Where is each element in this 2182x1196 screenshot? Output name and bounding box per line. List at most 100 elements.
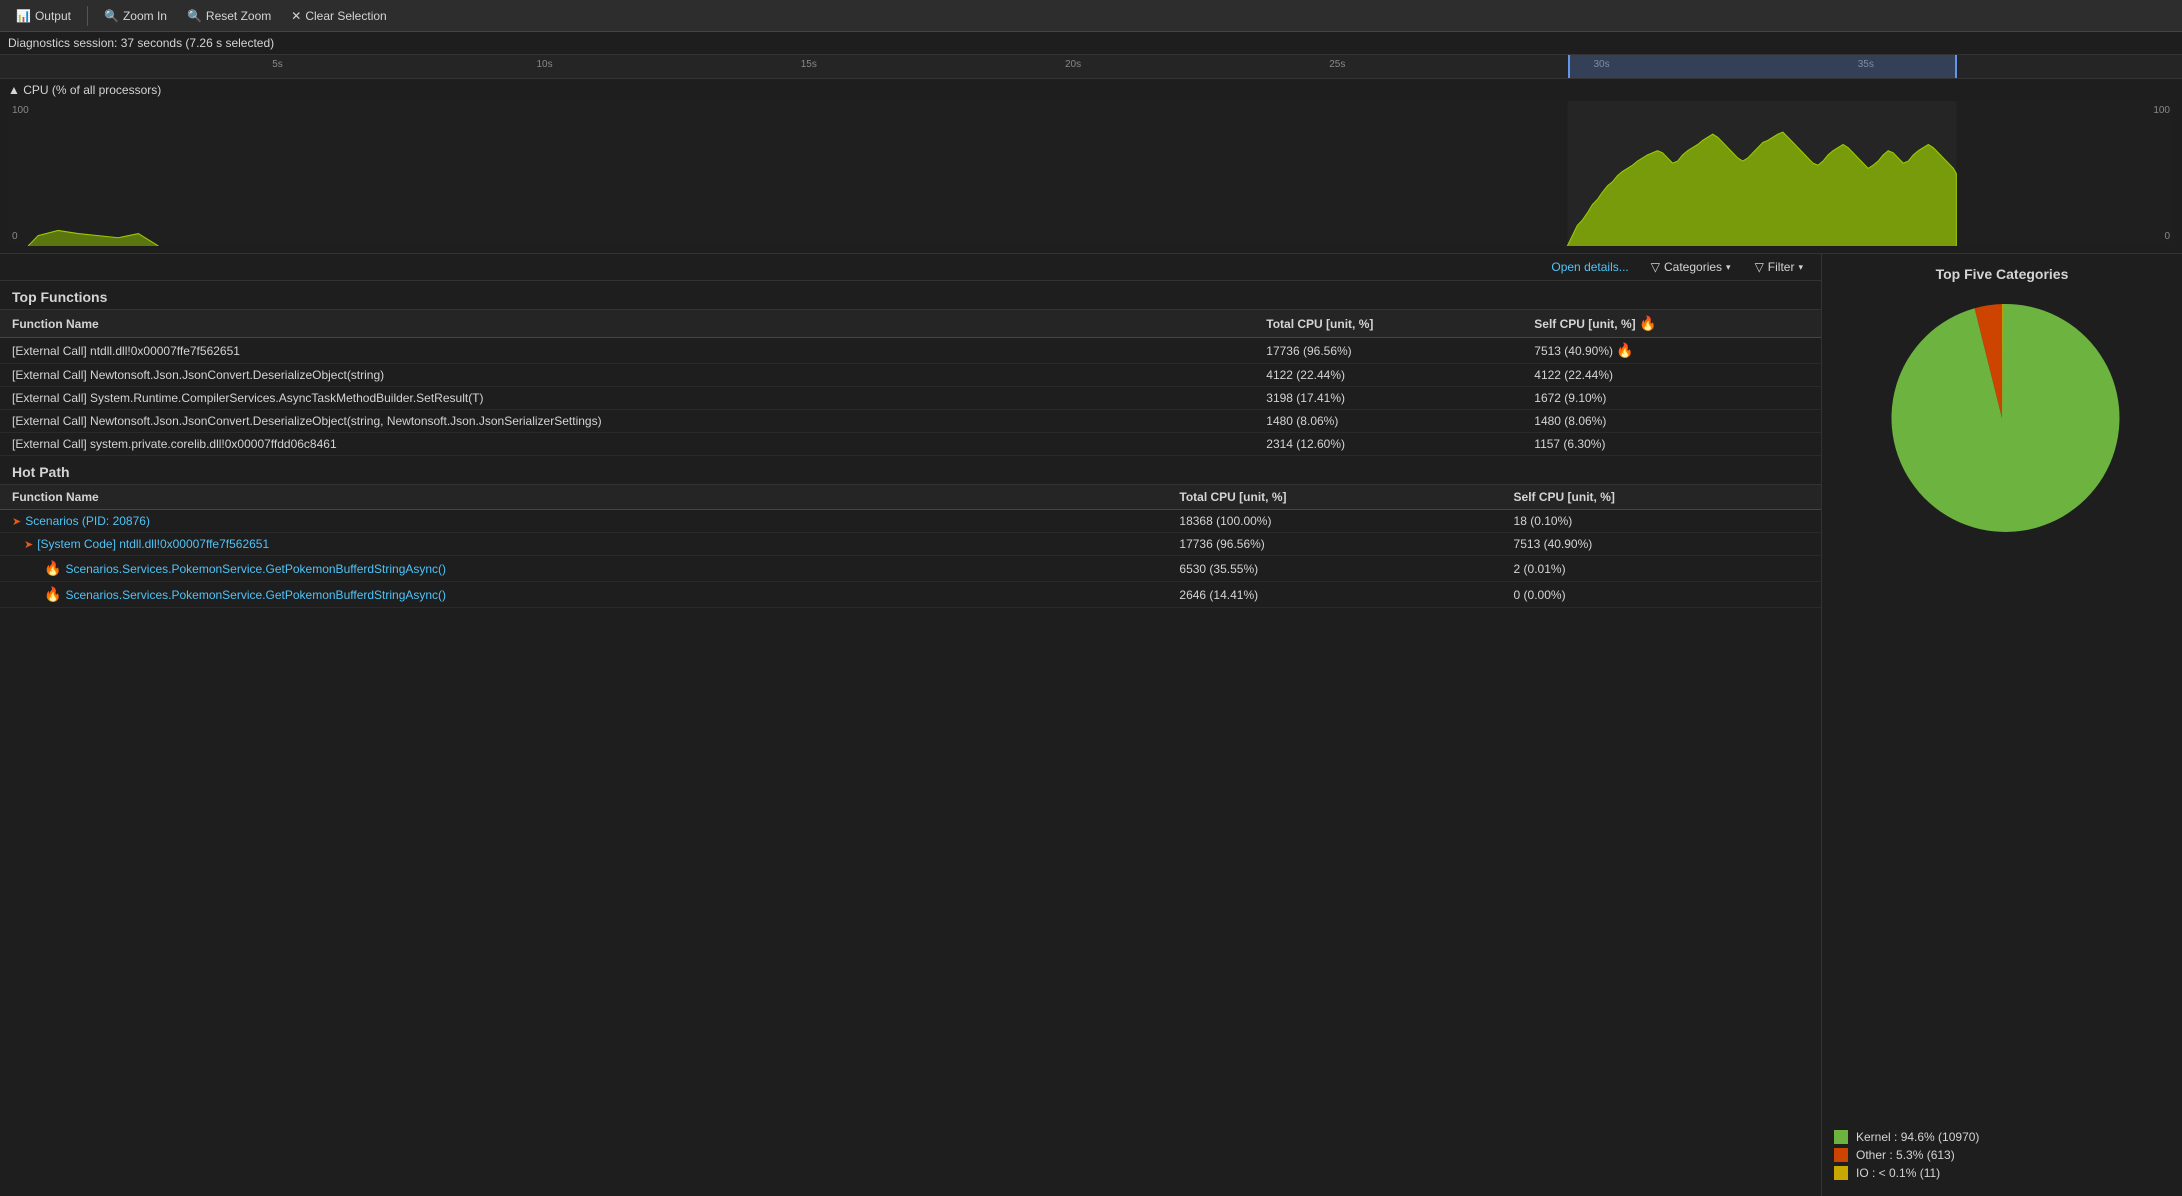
session-bar: Diagnostics session: 37 seconds (7.26 s … [0, 32, 2182, 55]
fn-name-cell: [External Call] Newtonsoft.Json.JsonConv… [0, 410, 1254, 433]
clear-selection-label: Clear Selection [305, 9, 386, 23]
legend-label: Other : 5.3% (613) [1856, 1148, 1955, 1162]
fn-name-cell: [External Call] Newtonsoft.Json.JsonConv… [0, 364, 1254, 387]
col-function-name-2: Function Name [0, 485, 1167, 510]
legend-color-box [1834, 1130, 1848, 1144]
flame-icon: 🔥 [44, 560, 61, 576]
hp-self-cpu-cell: 2 (0.01%) [1502, 556, 1821, 582]
hot-flame-icon: 🔥 [1616, 342, 1633, 358]
total-cpu-cell: 4122 (22.44%) [1254, 364, 1522, 387]
hp-fn-name: Scenarios.Services.PokemonService.GetPok… [65, 562, 446, 576]
hp-fn-name: Scenarios (PID: 20876) [25, 514, 150, 528]
top-functions-table: Function Name Total CPU [unit, %] Self C… [0, 310, 1821, 456]
output-button[interactable]: 📊 Output [8, 7, 79, 25]
fn-name-cell: [External Call] System.Runtime.CompilerS… [0, 387, 1254, 410]
zoom-in-icon: 🔍 [104, 9, 119, 23]
top-functions-row[interactable]: [External Call] Newtonsoft.Json.JsonConv… [0, 410, 1821, 433]
timeline-inner: 5s 10s 15s 20s 25s 30s 35s [8, 55, 2174, 78]
legend-item: IO : < 0.1% (11) [1834, 1166, 2170, 1180]
categories-label: Categories [1664, 260, 1722, 274]
open-details-label: Open details... [1551, 260, 1628, 274]
legend-color-box [1834, 1148, 1848, 1162]
hp-fn-name-cell: 🔥Scenarios.Services.PokemonService.GetPo… [0, 582, 1167, 608]
chart-dark-right [1956, 101, 2174, 246]
top-functions-title: Top Functions [0, 281, 1821, 310]
self-cpu-cell: 1480 (8.06%) [1522, 410, 1821, 433]
zoom-in-button[interactable]: 🔍 Zoom In [96, 7, 175, 25]
legend-item: Kernel : 94.6% (10970) [1834, 1130, 2170, 1144]
total-cpu-cell: 17736 (96.56%) [1254, 338, 1522, 364]
self-cpu-cell: 1672 (9.10%) [1522, 387, 1821, 410]
cpu-section-label: ▲ CPU (% of all processors) [8, 83, 161, 97]
filter-button[interactable]: ▽ Filter ▾ [1749, 258, 1809, 276]
cpu-chart-svg [8, 101, 2174, 246]
timeline-selection[interactable] [1568, 55, 1958, 78]
hp-fn-name: Scenarios.Services.PokemonService.GetPok… [65, 588, 446, 602]
top-functions-row[interactable]: [External Call] System.Runtime.CompilerS… [0, 387, 1821, 410]
cpu-y-max: 100 [12, 105, 29, 116]
tick-15s: 15s [801, 59, 817, 70]
filter-icon-1: ▽ [1651, 260, 1660, 274]
legend-item: Other : 5.3% (613) [1834, 1148, 2170, 1162]
timeline: 5s 10s 15s 20s 25s 30s 35s [0, 55, 2182, 79]
hp-fn-name-cell: ➤[System Code] ntdll.dll!0x00007ffe7f562… [0, 533, 1167, 556]
self-cpu-header-1: Self CPU [unit, %] [1534, 317, 1635, 331]
top-functions-row[interactable]: [External Call] system.private.corelib.d… [0, 433, 1821, 456]
cpu-y-max-right: 100 [2153, 105, 2170, 116]
hp-self-cpu-cell: 7513 (40.90%) [1502, 533, 1821, 556]
cpu-waveform [1567, 132, 1956, 246]
cpu-label-row: ▲ CPU (% of all processors) [0, 79, 2182, 101]
hot-path-row[interactable]: 🔥 Scenarios.Services.PokemonService.GetPo… [0, 556, 1821, 582]
legend-label: Kernel : 94.6% (10970) [1856, 1130, 1979, 1144]
pie-chart-svg [1882, 298, 2122, 538]
hot-path-section: Hot Path Function Name Total CPU [unit, … [0, 456, 1821, 608]
hot-path-row[interactable]: ➤Scenarios (PID: 20876) 18368 (100.00%) … [0, 510, 1821, 533]
cpu-y-min-right: 0 [2164, 231, 2170, 242]
total-cpu-cell: 2314 (12.60%) [1254, 433, 1522, 456]
categories-button[interactable]: ▽ Categories ▾ [1645, 258, 1737, 276]
top-functions-body: [External Call] ntdll.dll!0x00007ffe7f56… [0, 338, 1821, 456]
cpu-graph-area: 100 0 100 0 [8, 101, 2174, 246]
reset-zoom-button[interactable]: 🔍 Reset Zoom [179, 7, 279, 25]
left-panel: Open details... ▽ Categories ▾ ▽ Filter … [0, 254, 1822, 1196]
col-total-cpu-2: Total CPU [unit, %] [1167, 485, 1501, 510]
cpu-y-min: 0 [12, 231, 18, 242]
self-cpu-cell: 1157 (6.30%) [1522, 433, 1821, 456]
tick-20s: 20s [1065, 59, 1081, 70]
reset-zoom-icon: 🔍 [187, 9, 202, 23]
top-functions-header-row: Function Name Total CPU [unit, %] Self C… [0, 310, 1821, 338]
filter-icon-2: ▽ [1755, 260, 1764, 274]
clear-selection-button[interactable]: ✕ Clear Selection [283, 7, 394, 25]
hp-self-cpu-cell: 18 (0.10%) [1502, 510, 1821, 533]
total-cpu-cell: 3198 (17.41%) [1254, 387, 1522, 410]
legend-color-box [1834, 1166, 1848, 1180]
legend-label: IO : < 0.1% (11) [1856, 1166, 1940, 1180]
self-cpu-cell: 4122 (22.44%) [1522, 364, 1821, 387]
pie-chart-container [1882, 298, 2122, 538]
open-details-button[interactable]: Open details... [1547, 258, 1632, 276]
hot-path-row[interactable]: 🔥Scenarios.Services.PokemonService.GetPo… [0, 582, 1821, 608]
top-functions-section: Top Functions Function Name Total CPU [u… [0, 281, 1821, 456]
session-info: Diagnostics session: 37 seconds (7.26 s … [8, 36, 274, 50]
hp-fn-name-cell: ➤Scenarios (PID: 20876) [0, 510, 1167, 533]
right-panel: Top Five Categories Kernel : 94.6% (1097… [1822, 254, 2182, 1196]
toolbar: 📊 Output 🔍 Zoom In 🔍 Reset Zoom ✕ Clear … [0, 0, 2182, 32]
col-total-cpu-1: Total CPU [unit, %] [1254, 310, 1522, 338]
filter-caret: ▾ [1798, 262, 1803, 273]
hp-total-cpu-cell: 2646 (14.41%) [1167, 582, 1501, 608]
hot-path-title: Hot Path [0, 456, 1821, 485]
clear-selection-icon: ✕ [291, 9, 301, 23]
tick-10s: 10s [537, 59, 553, 70]
hp-total-cpu-cell: 18368 (100.00%) [1167, 510, 1501, 533]
zoom-in-label: Zoom In [123, 9, 167, 23]
self-cpu-cell: 7513 (40.90%) 🔥 [1522, 338, 1821, 364]
main-content: Open details... ▽ Categories ▾ ▽ Filter … [0, 254, 2182, 1196]
top-functions-row[interactable]: [External Call] ntdll.dll!0x00007ffe7f56… [0, 338, 1821, 364]
hp-total-cpu-cell: 6530 (35.55%) [1167, 556, 1501, 582]
hot-path-row[interactable]: ➤[System Code] ntdll.dll!0x00007ffe7f562… [0, 533, 1821, 556]
hp-fn-name-cell: 🔥 Scenarios.Services.PokemonService.GetPo… [0, 556, 1167, 582]
col-self-cpu-2: Self CPU [unit, %] [1502, 485, 1821, 510]
fn-name-cell: [External Call] system.private.corelib.d… [0, 433, 1254, 456]
col-self-cpu-1: Self CPU [unit, %] 🔥 [1522, 310, 1821, 338]
top-functions-row[interactable]: [External Call] Newtonsoft.Json.JsonConv… [0, 364, 1821, 387]
